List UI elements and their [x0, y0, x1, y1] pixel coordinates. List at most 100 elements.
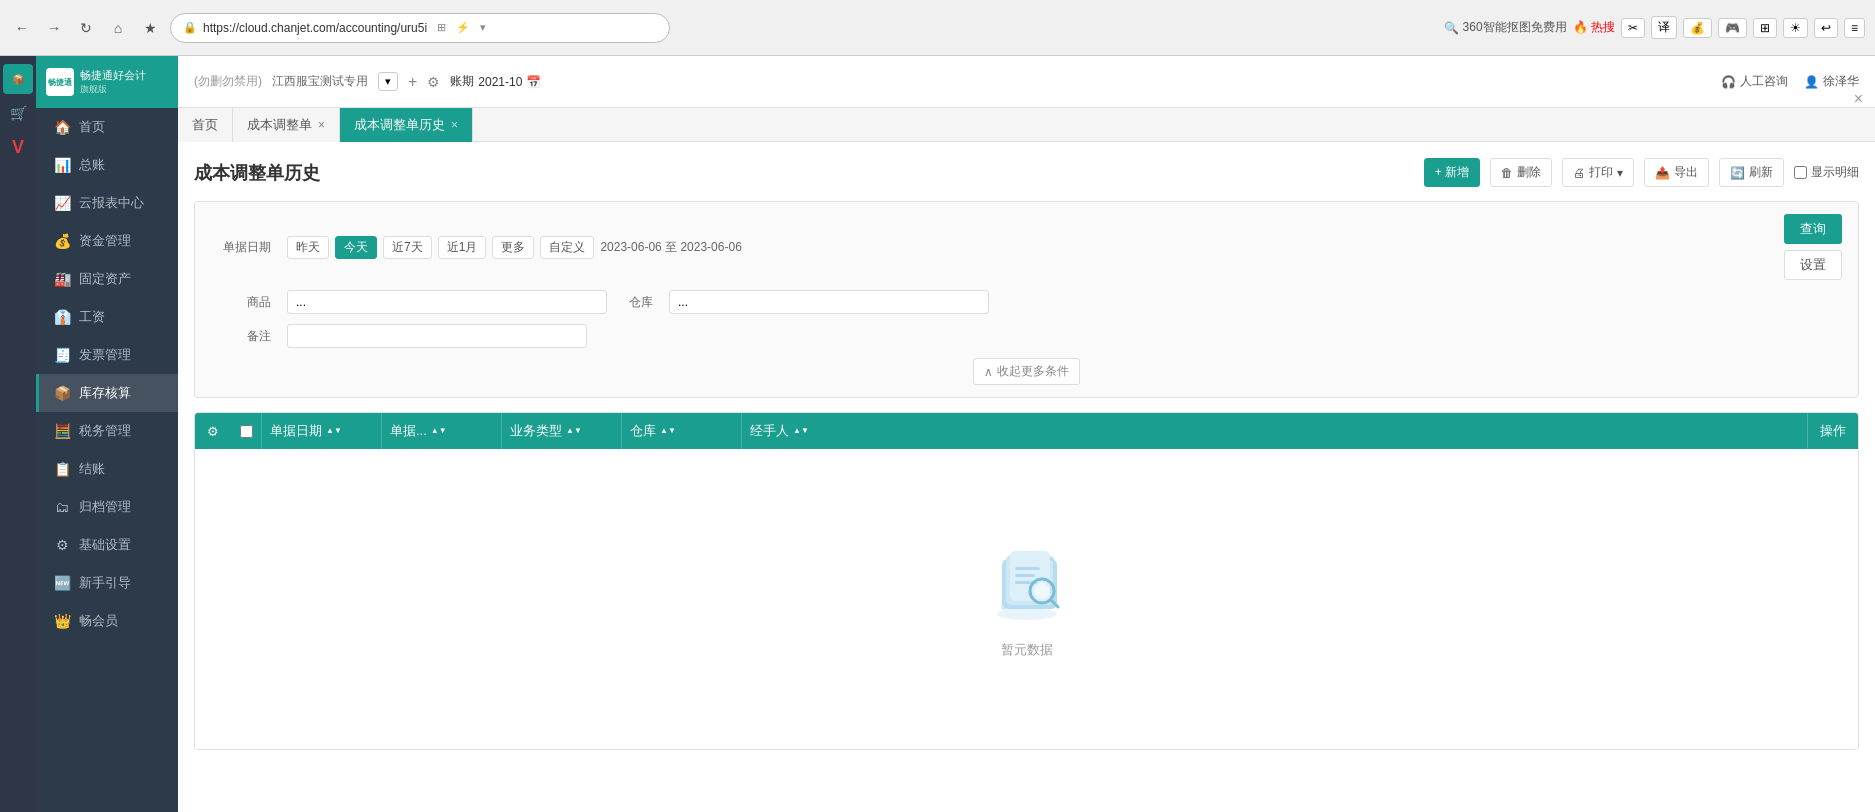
icon-sidebar-active[interactable]: 📦: [3, 64, 33, 94]
new-button[interactable]: + 新增: [1424, 158, 1480, 187]
grid-tool[interactable]: ⊞: [1753, 18, 1777, 38]
add-company-button[interactable]: +: [408, 73, 417, 91]
sidebar-item-invoice[interactable]: 🧾 发票管理: [36, 336, 178, 374]
tab-cost-adjust-close[interactable]: ×: [318, 118, 325, 132]
refresh-button[interactable]: 🔄 刷新: [1719, 158, 1784, 187]
collapse-label: 收起更多条件: [997, 363, 1069, 380]
sidebar-item-label: 归档管理: [79, 498, 131, 516]
closing-nav-icon: 📋: [53, 461, 71, 477]
cut-tool[interactable]: ✂: [1621, 18, 1645, 38]
brightness-tool[interactable]: ☀: [1783, 18, 1808, 38]
type-sort-arrows: ▲▼: [566, 427, 582, 435]
gold-tool[interactable]: 💰: [1683, 18, 1712, 38]
browser-chrome: ← → ↻ ⌂ ★ 🔒 https://cloud.chanjet.com/ac…: [0, 0, 1875, 56]
table-check-all[interactable]: [231, 425, 261, 438]
address-bar[interactable]: 🔒 https://cloud.chanjet.com/accounting/u…: [170, 13, 670, 43]
sidebar-item-guide[interactable]: 🆕 新手引导: [36, 564, 178, 602]
svg-point-11: [1050, 557, 1054, 561]
period-label: 账期: [450, 73, 474, 90]
apps-icon: ⊞: [437, 21, 446, 34]
game-tool[interactable]: 🎮: [1718, 18, 1747, 38]
icon-sidebar-item-1[interactable]: 🛒: [3, 98, 33, 128]
tab-cost-adjust[interactable]: 成本调整单 ×: [233, 108, 340, 142]
consult-button[interactable]: 🎧 人工咨询: [1721, 73, 1788, 90]
tab-home[interactable]: 首页: [178, 108, 233, 142]
company-dropdown[interactable]: ▾: [378, 72, 398, 91]
translate-tool[interactable]: 译: [1651, 16, 1677, 39]
remarks-input[interactable]: [287, 324, 587, 348]
sidebar-item-funds[interactable]: 💰 资金管理: [36, 222, 178, 260]
table-header-handler[interactable]: 经手人 ▲▼: [741, 413, 861, 449]
inventory-nav-icon: 📦: [53, 385, 71, 401]
export-button[interactable]: 📤 导出: [1644, 158, 1709, 187]
sidebar-item-label: 工资: [79, 308, 105, 326]
goods-select[interactable]: ...: [287, 290, 607, 314]
hot-label: 🔥 热搜: [1573, 19, 1615, 36]
sidebar-item-member[interactable]: 👑 畅会员: [36, 602, 178, 640]
guide-nav-icon: 🆕: [53, 575, 71, 591]
page-title: 成本调整单历史: [194, 161, 320, 185]
sidebar-item-salary[interactable]: 👔 工资: [36, 298, 178, 336]
sidebar-item-tax[interactable]: 🧮 税务管理: [36, 412, 178, 450]
sidebar-item-home[interactable]: 🏠 首页: [36, 108, 178, 146]
company-settings-icon[interactable]: ⚙: [427, 74, 440, 90]
check-all-input[interactable]: [240, 425, 253, 438]
app-name: 畅捷通好会计: [80, 68, 146, 82]
sidebar-item-archive[interactable]: 🗂 归档管理: [36, 488, 178, 526]
table-header-type[interactable]: 业务类型 ▲▼: [501, 413, 621, 449]
date-more[interactable]: 更多: [492, 236, 534, 259]
sidebar-item-label: 资金管理: [79, 232, 131, 250]
tab-cost-adjust-history-close[interactable]: ×: [451, 118, 458, 132]
svg-point-0: [997, 608, 1057, 620]
warehouse-placeholder: ...: [678, 295, 688, 309]
table-container: ⚙ 单据日期 ▲▼ 单据... ▲▼ 业务类型 ▲▼: [194, 412, 1859, 750]
tax-nav-icon: 🧮: [53, 423, 71, 439]
table-gear-icon[interactable]: ⚙: [195, 424, 231, 439]
delete-button[interactable]: 🗑 删除: [1490, 158, 1552, 187]
action-col-label: 操作: [1820, 422, 1846, 440]
icon-sidebar-item-2[interactable]: V: [3, 132, 33, 162]
date-today[interactable]: 今天: [335, 236, 377, 259]
sidebar-item-label: 基础设置: [79, 536, 131, 554]
handler-col-label: 经手人: [750, 422, 789, 440]
sidebar-item-settings[interactable]: ⚙ 基础设置: [36, 526, 178, 564]
date-1month[interactable]: 近1月: [438, 236, 487, 259]
tab-cost-adjust-history[interactable]: 成本调整单历史 ×: [340, 108, 473, 142]
settings-button[interactable]: 设置: [1784, 250, 1842, 280]
type-col-label: 业务类型: [510, 422, 562, 440]
query-button[interactable]: 查询: [1784, 214, 1842, 244]
table-header-no[interactable]: 单据... ▲▼: [381, 413, 501, 449]
company-warning: (勿删勿禁用): [194, 73, 262, 90]
back-button[interactable]: ←: [10, 16, 34, 40]
filter-area: 单据日期 昨天 今天 近7天 近1月 更多 自定义 2023-06-06 至 2…: [194, 201, 1859, 398]
date-yesterday[interactable]: 昨天: [287, 236, 329, 259]
forward-button[interactable]: →: [42, 16, 66, 40]
print-button[interactable]: 🖨 打印 ▾: [1562, 158, 1634, 187]
svg-rect-4: [1015, 567, 1040, 570]
date-custom[interactable]: 自定义: [540, 236, 594, 259]
collapse-button[interactable]: ∧ 收起更多条件: [973, 358, 1080, 385]
menu-tool[interactable]: ≡: [1844, 18, 1865, 38]
table-header-date[interactable]: 单据日期 ▲▼: [261, 413, 381, 449]
archive-nav-icon: 🗂: [53, 499, 71, 515]
date-7days[interactable]: 近7天: [383, 236, 432, 259]
sidebar-item-ledger[interactable]: 📊 总账: [36, 146, 178, 184]
ssl-icon: 🔒: [183, 21, 197, 34]
date-filter-group: 昨天 今天 近7天 近1月 更多 自定义 2023-06-06 至 2023-0…: [287, 236, 742, 259]
company-name: 江西服宝测试专用: [272, 73, 368, 90]
reload-button[interactable]: ↻: [74, 16, 98, 40]
bookmark-button[interactable]: ★: [138, 16, 162, 40]
sidebar-item-reports[interactable]: 📈 云报表中心: [36, 184, 178, 222]
close-page-button[interactable]: ×: [1842, 86, 1875, 112]
undo-tool[interactable]: ↩: [1814, 18, 1838, 38]
show-detail-checkbox[interactable]: 显示明细: [1794, 164, 1859, 181]
show-detail-input[interactable]: [1794, 166, 1807, 179]
sidebar-item-fixed-assets[interactable]: 🏭 固定资产: [36, 260, 178, 298]
sidebar-item-closing[interactable]: 📋 结账: [36, 450, 178, 488]
home-button[interactable]: ⌂: [106, 16, 130, 40]
sidebar-item-label: 税务管理: [79, 422, 131, 440]
sidebar-item-inventory[interactable]: 📦 库存核算: [36, 374, 178, 412]
warehouse-select[interactable]: ...: [669, 290, 989, 314]
table-header: ⚙ 单据日期 ▲▼ 单据... ▲▼ 业务类型 ▲▼: [195, 413, 1858, 449]
table-header-warehouse[interactable]: 仓库 ▲▼: [621, 413, 741, 449]
